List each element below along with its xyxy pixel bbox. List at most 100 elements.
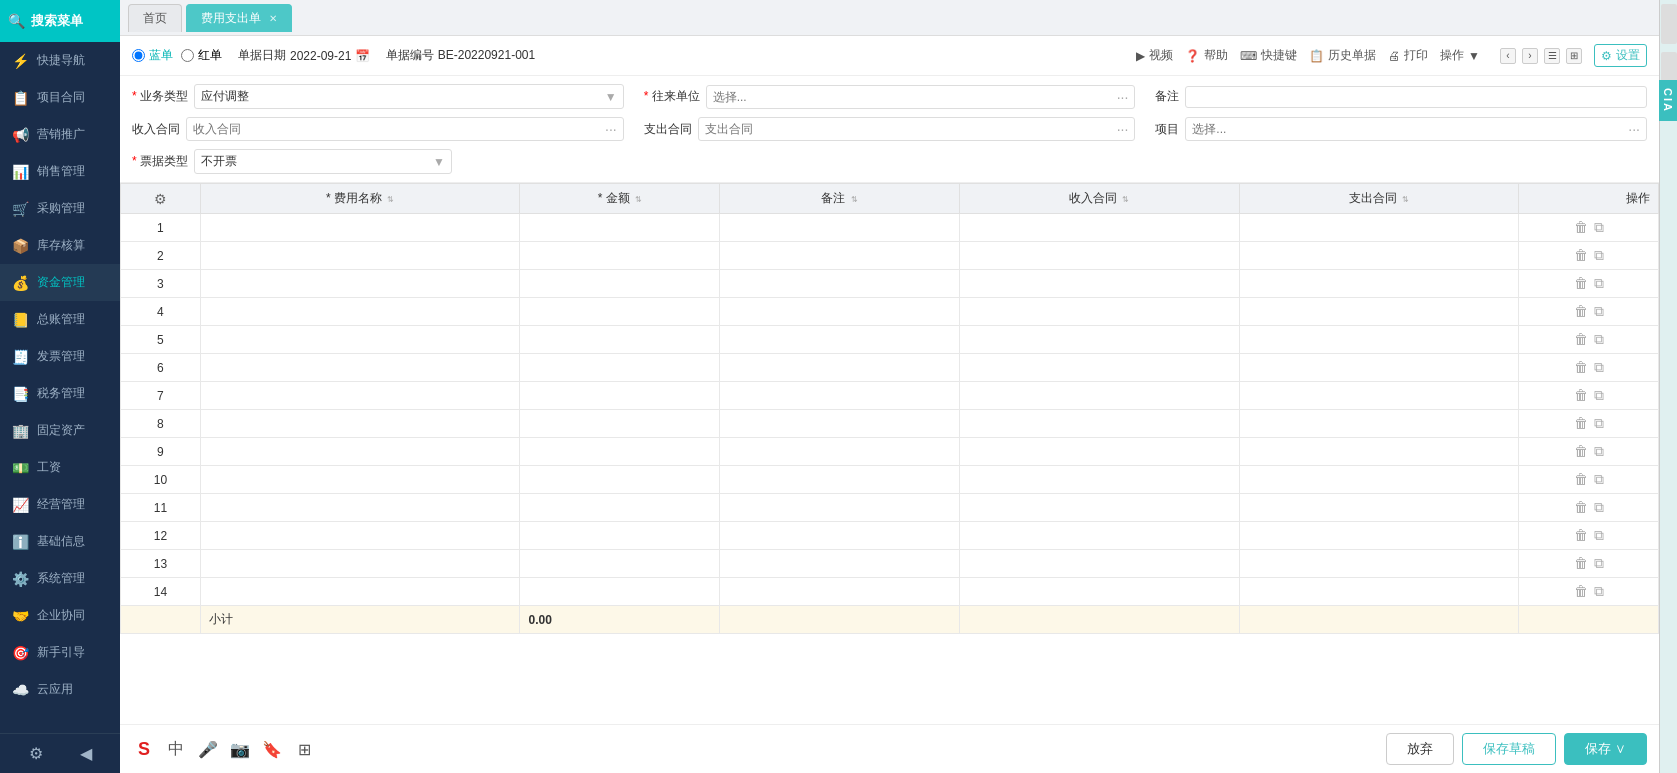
copy-icon-4[interactable]: ⧉ — [1594, 303, 1604, 320]
cell-expense-9[interactable] — [1239, 438, 1519, 466]
cell-income-4[interactable] — [959, 298, 1239, 326]
cell-expense-14[interactable] — [1239, 578, 1519, 606]
cell-amount-2[interactable] — [520, 242, 720, 270]
income-contract-input[interactable] — [193, 122, 605, 136]
sidebar-item-invoice[interactable]: 🧾 发票管理 — [0, 338, 120, 375]
delete-icon-10[interactable]: 🗑 — [1574, 471, 1588, 488]
copy-icon-7[interactable]: ⧉ — [1594, 387, 1604, 404]
settings-footer-icon[interactable]: ⚙ — [29, 744, 43, 763]
counterpart-input[interactable] — [713, 90, 1117, 104]
sidebar-item-capital[interactable]: 💰 资金管理 — [0, 264, 120, 301]
delete-icon-14[interactable]: 🗑 — [1574, 583, 1588, 600]
col-header-amount[interactable]: * 金额 ⇅ — [520, 184, 720, 214]
cell-amount-6[interactable] — [520, 354, 720, 382]
mic-icon[interactable]: 🎤 — [196, 737, 220, 761]
sidebar-item-fixed-assets[interactable]: 🏢 固定资产 — [0, 412, 120, 449]
sidebar-item-tax[interactable]: 📑 税务管理 — [0, 375, 120, 412]
delete-icon-9[interactable]: 🗑 — [1574, 443, 1588, 460]
action-history[interactable]: 📋 历史单据 — [1309, 47, 1376, 64]
cell-expense-4[interactable] — [1239, 298, 1519, 326]
cell-note-5[interactable] — [720, 326, 960, 354]
table-settings-icon[interactable]: ⚙ — [154, 191, 167, 207]
cell-expense-12[interactable] — [1239, 522, 1519, 550]
cell-amount-10[interactable] — [520, 466, 720, 494]
cell-expense-6[interactable] — [1239, 354, 1519, 382]
delete-icon-11[interactable]: 🗑 — [1574, 499, 1588, 516]
copy-icon-11[interactable]: ⧉ — [1594, 499, 1604, 516]
volume-footer-icon[interactable]: ◀ — [80, 744, 92, 763]
cell-expense-10[interactable] — [1239, 466, 1519, 494]
cell-expense-7[interactable] — [1239, 382, 1519, 410]
business-type-field[interactable]: 应付调整 ▼ — [194, 84, 624, 109]
cell-name-13[interactable] — [200, 550, 520, 578]
copy-icon-6[interactable]: ⧉ — [1594, 359, 1604, 376]
cell-income-8[interactable] — [959, 410, 1239, 438]
action-print[interactable]: 🖨 打印 — [1388, 47, 1428, 64]
cell-income-11[interactable] — [959, 494, 1239, 522]
copy-icon-12[interactable]: ⧉ — [1594, 527, 1604, 544]
right-panel-tab-1[interactable] — [1661, 4, 1677, 44]
sidebar-item-guide[interactable]: 🎯 新手引导 — [0, 634, 120, 671]
cell-income-2[interactable] — [959, 242, 1239, 270]
cell-income-3[interactable] — [959, 270, 1239, 298]
cell-note-14[interactable] — [720, 578, 960, 606]
copy-icon-13[interactable]: ⧉ — [1594, 555, 1604, 572]
cell-expense-8[interactable] — [1239, 410, 1519, 438]
delete-icon-8[interactable]: 🗑 — [1574, 415, 1588, 432]
cell-name-14[interactable] — [200, 578, 520, 606]
cell-amount-9[interactable] — [520, 438, 720, 466]
project-input[interactable] — [1192, 122, 1628, 136]
cell-note-8[interactable] — [720, 410, 960, 438]
cell-income-13[interactable] — [959, 550, 1239, 578]
cell-name-6[interactable] — [200, 354, 520, 382]
tab-home[interactable]: 首页 — [128, 4, 182, 32]
cell-note-10[interactable] — [720, 466, 960, 494]
save-button[interactable]: 保存 ∨ — [1564, 733, 1647, 765]
cell-note-11[interactable] — [720, 494, 960, 522]
action-help[interactable]: ❓ 帮助 — [1185, 47, 1228, 64]
sidebar-item-basic-info[interactable]: ℹ️ 基础信息 — [0, 523, 120, 560]
cell-income-6[interactable] — [959, 354, 1239, 382]
expense-contract-field[interactable] — [698, 117, 1136, 141]
radio-blue-input[interactable] — [132, 49, 145, 62]
copy-icon-1[interactable]: ⧉ — [1594, 219, 1604, 236]
sidebar-item-procurement[interactable]: 🛒 采购管理 — [0, 190, 120, 227]
cell-note-1[interactable] — [720, 214, 960, 242]
delete-icon-2[interactable]: 🗑 — [1574, 247, 1588, 264]
cell-amount-13[interactable] — [520, 550, 720, 578]
cell-expense-2[interactable] — [1239, 242, 1519, 270]
cell-name-2[interactable] — [200, 242, 520, 270]
cell-note-4[interactable] — [720, 298, 960, 326]
sidebar-item-payroll[interactable]: 💵 工资 — [0, 449, 120, 486]
cell-name-9[interactable] — [200, 438, 520, 466]
tab-expense-close[interactable]: ✕ — [269, 13, 277, 24]
window-list-btn[interactable]: ☰ — [1544, 48, 1560, 64]
col-header-settings[interactable]: ⚙ — [121, 184, 201, 214]
sidebar-item-project[interactable]: 📋 项目合同 — [0, 79, 120, 116]
cell-amount-11[interactable] — [520, 494, 720, 522]
cell-amount-3[interactable] — [520, 270, 720, 298]
cia-badge[interactable]: CIA — [1659, 80, 1677, 121]
project-field[interactable] — [1185, 117, 1647, 141]
cell-note-2[interactable] — [720, 242, 960, 270]
sidebar-search[interactable]: 🔍 搜索菜单 — [0, 0, 120, 42]
cell-amount-7[interactable] — [520, 382, 720, 410]
cell-amount-8[interactable] — [520, 410, 720, 438]
copy-icon-3[interactable]: ⧉ — [1594, 275, 1604, 292]
delete-icon-13[interactable]: 🗑 — [1574, 555, 1588, 572]
cell-note-13[interactable] — [720, 550, 960, 578]
cell-name-8[interactable] — [200, 410, 520, 438]
sidebar-item-cooperation[interactable]: 🤝 企业协同 — [0, 597, 120, 634]
copy-icon-10[interactable]: ⧉ — [1594, 471, 1604, 488]
copy-icon-2[interactable]: ⧉ — [1594, 247, 1604, 264]
col-header-note[interactable]: 备注 ⇅ — [720, 184, 960, 214]
cell-note-9[interactable] — [720, 438, 960, 466]
action-video[interactable]: ▶ 视频 — [1136, 47, 1173, 64]
cell-name-3[interactable] — [200, 270, 520, 298]
income-contract-field[interactable] — [186, 117, 624, 141]
grid-icon[interactable]: ⊞ — [292, 737, 316, 761]
sidebar-item-accounting[interactable]: 📒 总账管理 — [0, 301, 120, 338]
cell-name-5[interactable] — [200, 326, 520, 354]
delete-icon-4[interactable]: 🗑 — [1574, 303, 1588, 320]
cell-income-7[interactable] — [959, 382, 1239, 410]
